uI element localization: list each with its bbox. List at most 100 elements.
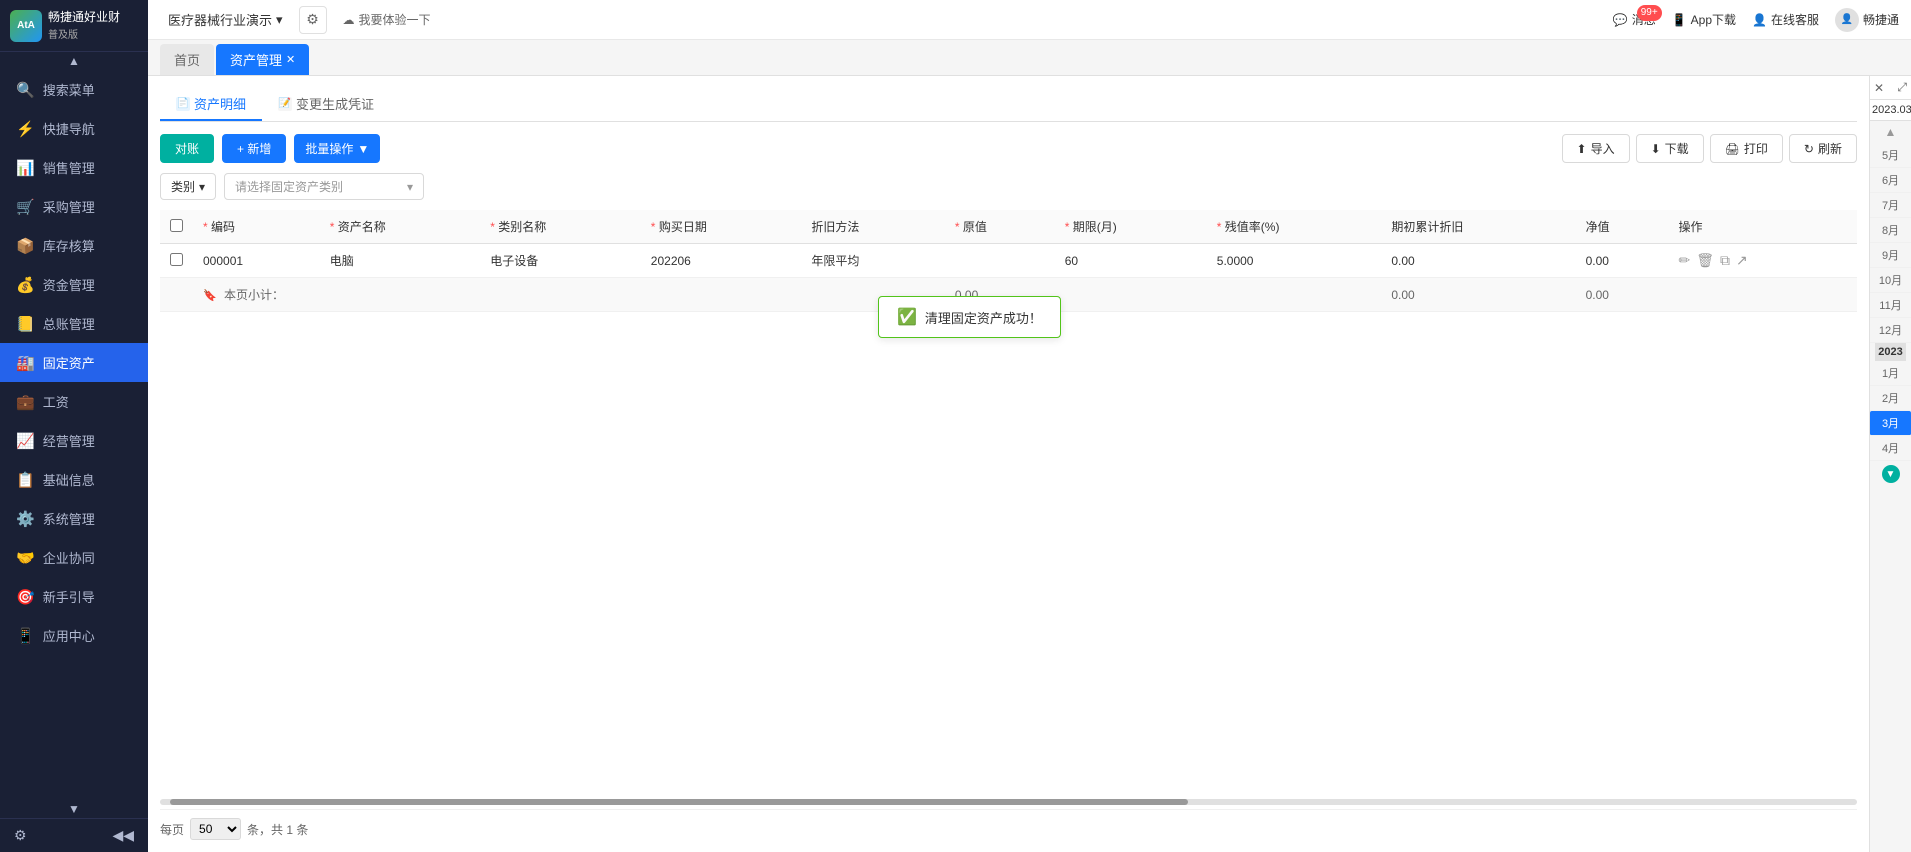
row-checkbox[interactable] xyxy=(170,253,183,266)
batch-ops-arrow-icon: ▼ xyxy=(357,142,369,156)
subtab-assetdetail[interactable]: 📄 资产明细 xyxy=(160,88,262,121)
batch-ops-button[interactable]: 批量操作 ▼ xyxy=(294,134,380,163)
month-5[interactable]: 5月 xyxy=(1870,143,1911,168)
row-depreciation: 年限平均 xyxy=(801,244,945,278)
month-2023-4[interactable]: 4月 xyxy=(1870,436,1911,461)
col-category: 类别名称 xyxy=(480,210,641,244)
month-6[interactable]: 6月 xyxy=(1870,168,1911,193)
right-panel-close-icon[interactable]: ✕ xyxy=(1874,81,1884,95)
per-page-select[interactable]: 50 10 20 100 xyxy=(190,818,241,840)
toolbar-right: ⬆ 导入 ⬇ 下载 🖨 打印 ↻ 刷新 xyxy=(1562,134,1857,163)
sidebar-item-ledger[interactable]: 📒 总账管理 xyxy=(0,304,148,343)
collapse-icon[interactable]: ◀◀ xyxy=(112,827,134,844)
month-11[interactable]: 11月 xyxy=(1870,293,1911,318)
tab-close-icon[interactable]: ✕ xyxy=(286,53,295,66)
import-icon: ⬆ xyxy=(1577,142,1587,156)
appcenter-icon: 📱 xyxy=(16,627,35,645)
print-icon: 🖨 xyxy=(1725,142,1740,156)
import-button[interactable]: ⬆ 导入 xyxy=(1562,134,1630,163)
month-10[interactable]: 10月 xyxy=(1870,268,1911,293)
sidebar-item-salary[interactable]: 💼 工资 xyxy=(0,382,148,421)
experience-button[interactable]: ☁ 我要体验一下 xyxy=(343,11,431,28)
messages-icon: 💬 xyxy=(1613,13,1628,27)
basicinfo-icon: 📋 xyxy=(16,471,35,489)
expand-circle-icon[interactable]: ▼ xyxy=(1882,465,1900,483)
toolbar: 对账 + 新增 批量操作 ▼ ⬆ 导入 ⬇ 下载 xyxy=(160,134,1857,163)
select-all-checkbox[interactable] xyxy=(170,219,183,232)
sidebar-item-fixedassets[interactable]: 🏭 固定资产 xyxy=(0,343,148,382)
row-original xyxy=(945,244,1055,278)
tab-assets[interactable]: 资产管理 ✕ xyxy=(216,44,309,75)
settings-button[interactable]: ⚙ xyxy=(299,6,327,34)
download-icon: ⬇ xyxy=(1651,142,1661,156)
year-2023-header[interactable]: 2023 xyxy=(1875,343,1905,361)
sidebar-item-funds[interactable]: 💰 资金管理 xyxy=(0,265,148,304)
messages-button[interactable]: 💬 消息 99+ xyxy=(1613,11,1656,28)
sidebar-scroll-up[interactable]: ▲ xyxy=(0,52,148,70)
sidebar-item-purchase[interactable]: 🛒 采购管理 xyxy=(0,187,148,226)
print-button[interactable]: 🖨 打印 xyxy=(1710,134,1783,163)
download-button[interactable]: ⬇ 下载 xyxy=(1636,134,1704,163)
month-9[interactable]: 9月 xyxy=(1870,243,1911,268)
sidebar-item-quicknav[interactable]: ⚡ 快捷导航 xyxy=(0,109,148,148)
fixedassets-icon: 🏭 xyxy=(16,354,35,372)
year-2023-section: 1月 2月 3月 4月 xyxy=(1870,361,1911,461)
changevoucher-icon: 📝 xyxy=(278,97,292,111)
col-period: 期限(月) xyxy=(1055,210,1207,244)
year-2022-section: 5月 6月 7月 8月 9月 10月 11月 12月 xyxy=(1870,143,1911,343)
ledger-icon: 📒 xyxy=(16,315,35,333)
right-panel-expand-icon[interactable]: ⤢ xyxy=(1897,80,1907,95)
main-area: 医疗器械行业演示 ▾ ⚙ ☁ 我要体验一下 💬 消息 99+ 📱 App下载 👤… xyxy=(148,0,1911,852)
refresh-button[interactable]: ↻ 刷新 xyxy=(1789,134,1857,163)
month-12[interactable]: 12月 xyxy=(1870,318,1911,343)
logo-icon: AtA xyxy=(10,10,42,42)
online-service-button[interactable]: 👤 在线客服 xyxy=(1752,11,1819,28)
sidebar-item-operations[interactable]: 📈 经营管理 xyxy=(0,421,148,460)
sidebar-item-enterprise[interactable]: 🤝 企业协同 xyxy=(0,538,148,577)
category-input[interactable]: 请选择固定资产类别 ▾ xyxy=(224,173,424,200)
right-panel-header: ✕ ⤢ xyxy=(1870,76,1911,100)
month-2023-3[interactable]: 3月 xyxy=(1870,411,1911,436)
sidebar-item-sales[interactable]: 📊 销售管理 xyxy=(0,148,148,187)
reconcile-button[interactable]: 对账 xyxy=(160,134,214,163)
subtab-changevoucher[interactable]: 📝 变更生成凭证 xyxy=(262,88,390,121)
sidebar-item-basicinfo[interactable]: 📋 基础信息 xyxy=(0,460,148,499)
sidebar-item-sysmanage[interactable]: ⚙️ 系统管理 xyxy=(0,499,148,538)
more-icon[interactable]: ↗ xyxy=(1736,252,1748,269)
quicknav-icon: ⚡ xyxy=(16,120,35,138)
settings-icon[interactable]: ⚙ xyxy=(14,827,27,844)
month-2023-1[interactable]: 1月 xyxy=(1870,361,1911,386)
sidebar-item-inventory[interactable]: 📦 库存核算 xyxy=(0,226,148,265)
scrollbar-thumb[interactable] xyxy=(170,799,1188,805)
app-download-button[interactable]: 📱 App下载 xyxy=(1672,11,1736,28)
row-purchasedate: 202206 xyxy=(641,244,802,278)
user-profile[interactable]: 👤 畅捷通 xyxy=(1835,8,1899,32)
new-button[interactable]: + 新增 xyxy=(222,134,286,163)
success-icon: ✅ xyxy=(897,307,917,327)
refresh-icon: ↻ xyxy=(1804,142,1814,156)
copy-icon[interactable]: ⧉ xyxy=(1720,252,1730,269)
sidebar-scroll-down[interactable]: ▼ xyxy=(0,800,148,818)
col-actions: 操作 xyxy=(1669,210,1857,244)
panel-up-arrow[interactable]: ▲ xyxy=(1870,121,1911,143)
edit-icon[interactable]: ✏ xyxy=(1679,252,1691,269)
category-select[interactable]: 类别 ▾ xyxy=(160,173,216,200)
assetdetail-icon: 📄 xyxy=(176,97,190,111)
company-selector[interactable]: 医疗器械行业演示 ▾ xyxy=(160,6,291,33)
sidebar-item-search[interactable]: 🔍 搜索菜单 xyxy=(0,70,148,109)
month-2023-2[interactable]: 2月 xyxy=(1870,386,1911,411)
panel-down-arrow[interactable]: ▼ xyxy=(1870,461,1911,487)
horizontal-scrollbar[interactable] xyxy=(160,799,1857,805)
row-category: 电子设备 xyxy=(480,244,641,278)
delete-icon[interactable]: 🗑 xyxy=(1696,252,1714,269)
sidebar-item-newguide[interactable]: 🎯 新手引导 xyxy=(0,577,148,616)
sidebar-item-appcenter[interactable]: 📱 应用中心 xyxy=(0,616,148,655)
month-7[interactable]: 7月 xyxy=(1870,193,1911,218)
sidebar-nav: 🔍 搜索菜单 ⚡ 快捷导航 📊 销售管理 🛒 采购管理 📦 库存核算 💰 资金管… xyxy=(0,70,148,800)
page-tabs: 首页 资产管理 ✕ xyxy=(148,40,1911,76)
search-icon: 🔍 xyxy=(16,81,35,99)
month-8[interactable]: 8月 xyxy=(1870,218,1911,243)
right-panel: ✕ ⤢ 2023.03 ▲ 5月 6月 7月 8月 9月 10月 11月 12月… xyxy=(1869,76,1911,852)
sidebar-logo: AtA 畅捷通好业财 普及版 xyxy=(0,0,148,52)
tab-home[interactable]: 首页 xyxy=(160,44,214,75)
